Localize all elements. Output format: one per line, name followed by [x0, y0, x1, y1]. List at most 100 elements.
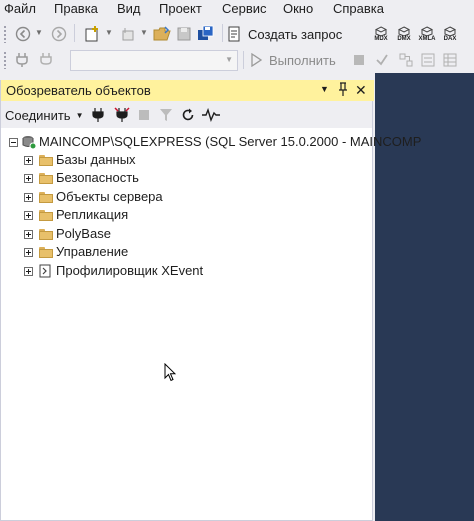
save-icon	[177, 27, 191, 41]
new-project-button[interactable]	[80, 23, 104, 45]
object-explorer-tree: MAINCOMP\SQLEXPRESS (SQL Server 15.0.200…	[1, 130, 421, 510]
connect-button[interactable]	[11, 49, 33, 71]
object-explorer-panel: Обозреватель объектов ▼ ✕ Соединить ▼ MA…	[0, 80, 421, 521]
cube-icon	[375, 26, 387, 36]
cube-icon	[398, 26, 410, 36]
tree-node-management[interactable]: Управление	[1, 244, 372, 262]
window-position-dropdown-icon[interactable]: ▼	[320, 84, 329, 94]
expand-icon[interactable]	[24, 156, 33, 165]
toolbar-grip[interactable]	[3, 25, 7, 43]
connect-dropdown-button[interactable]: Соединить ▼	[5, 104, 85, 126]
server-icon	[22, 135, 37, 152]
folder-open-icon	[153, 26, 171, 41]
close-icon[interactable]: ✕	[355, 82, 367, 99]
change-connection-icon	[40, 53, 52, 65]
tree-node-security[interactable]: Безопасность	[1, 170, 372, 188]
standard-toolbar: ▼ ▼ ▼ Создать запрос MDX DMX XMLA DAX	[0, 20, 474, 47]
forward-button[interactable]	[48, 23, 70, 45]
activity-monitor-button[interactable]	[201, 104, 221, 126]
expand-icon[interactable]	[24, 248, 33, 257]
tree-node-label: Управление	[56, 244, 129, 259]
add-item-button[interactable]	[117, 23, 139, 45]
back-button[interactable]	[12, 23, 34, 45]
activity-monitor-icon	[202, 108, 220, 122]
cube-icon	[444, 26, 456, 36]
expand-icon[interactable]	[24, 211, 33, 220]
xevent-profiler-icon	[39, 264, 51, 281]
separator	[222, 24, 223, 42]
stop-button[interactable]	[135, 104, 153, 126]
menu-view[interactable]: Вид	[117, 1, 141, 16]
display-plan-button[interactable]	[396, 49, 416, 71]
stop-icon	[354, 55, 364, 65]
menu-file[interactable]: Файл	[4, 1, 36, 16]
tree-node-server-objects[interactable]: Объекты сервера	[1, 189, 372, 207]
parse-button[interactable]	[372, 49, 392, 71]
pin-icon[interactable]	[337, 81, 349, 100]
menu-project[interactable]: Проект	[159, 1, 202, 16]
expand-icon[interactable]	[24, 193, 33, 202]
refresh-icon	[182, 108, 194, 121]
stop-icon	[139, 110, 149, 120]
new-query-button[interactable]: Создать запрос	[226, 23, 356, 45]
execute-button[interactable]: Выполнить	[250, 49, 345, 71]
disconnect-button[interactable]	[112, 104, 132, 126]
play-icon	[251, 53, 262, 67]
expand-icon[interactable]	[24, 230, 33, 239]
tree-node-databases[interactable]: Базы данных	[1, 152, 372, 170]
object-explorer-title-bar[interactable]: Обозреватель объектов ▼ ✕	[1, 80, 374, 101]
save-all-icon	[198, 25, 214, 40]
query-options-button[interactable]	[418, 49, 438, 71]
xmla-query-button[interactable]: XMLA	[416, 23, 438, 45]
expand-icon[interactable]	[24, 267, 33, 276]
object-explorer-toolbar: Соединить ▼	[1, 101, 372, 128]
mdx-query-button[interactable]: MDX	[370, 23, 392, 45]
collapse-icon[interactable]	[9, 138, 18, 147]
refresh-button[interactable]	[179, 104, 197, 126]
menu-edit[interactable]: Правка	[54, 1, 98, 16]
folder-icon	[39, 247, 53, 258]
server-node-label: MAINCOMP\SQLEXPRESS (SQL Server 15.0.200…	[39, 134, 422, 149]
open-file-button[interactable]	[151, 23, 173, 45]
query-options-icon	[421, 53, 435, 67]
menu-help[interactable]: Справка	[333, 1, 384, 16]
grid-icon	[443, 53, 457, 67]
database-select[interactable]: ▼	[70, 50, 238, 71]
folder-icon	[39, 173, 53, 184]
folder-icon	[39, 229, 53, 240]
checkmark-icon	[376, 54, 388, 66]
dmx-label: DMX	[397, 36, 411, 42]
save-all-button[interactable]	[195, 23, 217, 45]
back-arrow-icon	[15, 26, 31, 42]
tree-node-xevent-profiler[interactable]: Профилировщик XEvent	[1, 263, 372, 281]
change-connection-button[interactable]	[35, 49, 57, 71]
separator	[243, 51, 244, 69]
filter-button[interactable]	[157, 104, 175, 126]
results-grid-button[interactable]	[440, 49, 460, 71]
dax-query-button[interactable]: DAX	[439, 23, 461, 45]
tree-node-label: Базы данных	[56, 152, 136, 167]
tree-node-server[interactable]: MAINCOMP\SQLEXPRESS (SQL Server 15.0.200…	[1, 134, 421, 152]
save-button[interactable]	[173, 23, 195, 45]
execute-label: Выполнить	[269, 52, 336, 68]
menu-tools[interactable]: Сервис	[222, 1, 267, 16]
forward-arrow-icon	[51, 26, 67, 42]
chevron-down-icon[interactable]: ▼	[105, 28, 113, 37]
stop-button[interactable]	[349, 49, 369, 71]
dmx-query-button[interactable]: DMX	[393, 23, 415, 45]
menu-window[interactable]: Окно	[283, 1, 313, 16]
new-query-label: Создать запрос	[248, 26, 343, 42]
add-item-icon	[122, 28, 134, 41]
sql-editor-toolbar: ▼ Выполнить	[0, 47, 474, 73]
tree-node-replication[interactable]: Репликация	[1, 207, 372, 225]
cube-icon	[421, 26, 433, 36]
mdx-label: MDX	[374, 36, 388, 42]
tree-node-polybase[interactable]: PolyBase	[1, 226, 372, 244]
expand-icon[interactable]	[24, 174, 33, 183]
separator	[74, 24, 75, 42]
chevron-down-icon[interactable]: ▼	[35, 28, 43, 37]
chevron-down-icon[interactable]: ▼	[140, 28, 148, 37]
plug-icon	[92, 108, 104, 122]
toolbar-grip[interactable]	[3, 51, 7, 69]
connect-object-explorer-button[interactable]	[89, 104, 107, 126]
